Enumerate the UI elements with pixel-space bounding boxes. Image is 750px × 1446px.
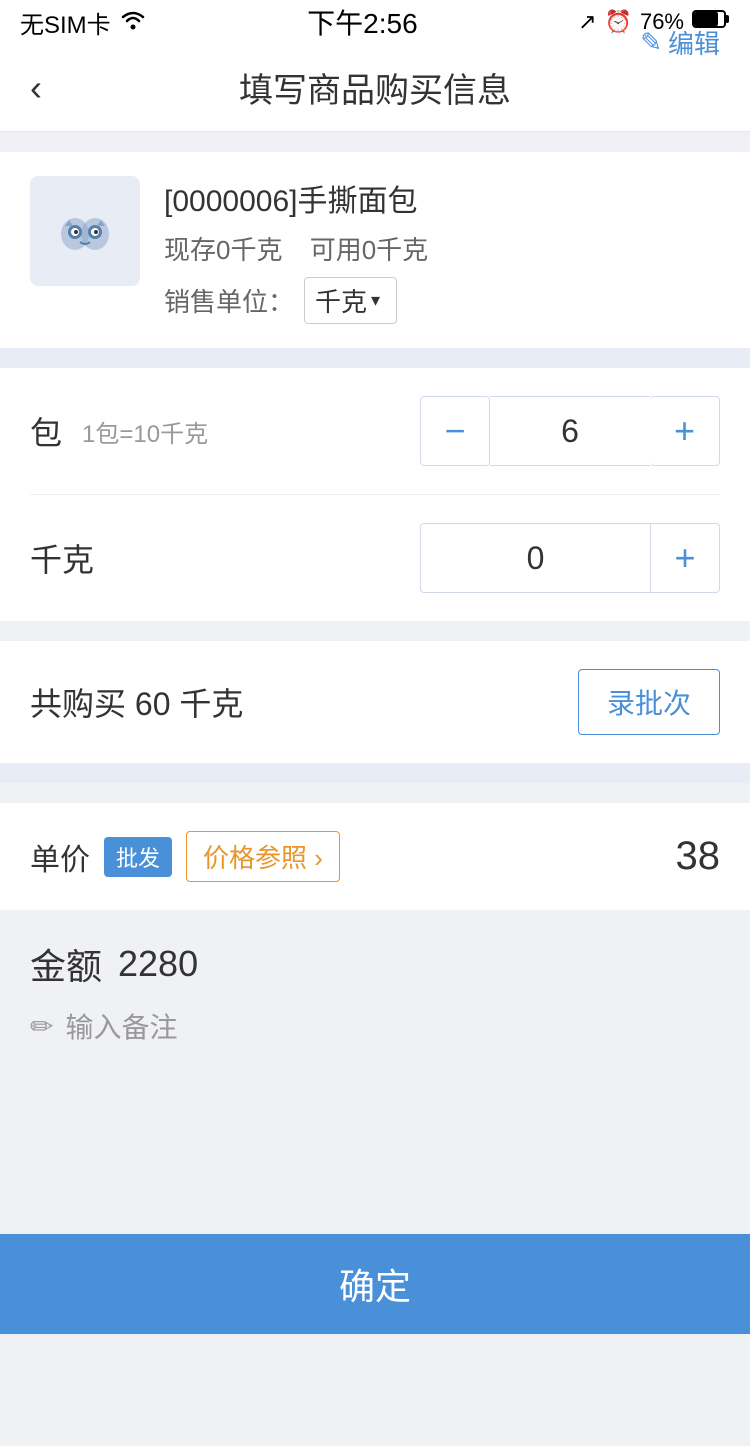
amount-row: 金额 2280 bbox=[30, 938, 720, 990]
chevron-down-icon: ▾ bbox=[371, 290, 380, 311]
product-thumbnail bbox=[30, 176, 140, 286]
kg-label: 千克 bbox=[30, 535, 94, 581]
pack-hint: 1包=10千克 bbox=[82, 414, 208, 449]
batch-button[interactable]: 录批次 bbox=[578, 669, 720, 735]
section-divider-2 bbox=[0, 763, 750, 783]
kg-controls: 0 + bbox=[420, 523, 720, 593]
wifi-icon bbox=[119, 8, 147, 37]
kg-row: 千克 0 + bbox=[30, 495, 720, 621]
summary-section: 共购买 60 千克 录批次 bbox=[0, 641, 750, 763]
pack-row: 包 1包=10千克 − + bbox=[30, 368, 720, 495]
status-bar: 无SIM卡 下午2:56 ↗ ⏰ 76% bbox=[0, 0, 750, 44]
pencil-icon: ✏ bbox=[30, 1010, 53, 1043]
price-ref-button[interactable]: 价格参照 › bbox=[186, 831, 340, 882]
amount-value: 2280 bbox=[118, 943, 198, 985]
price-label: 单价 bbox=[30, 835, 90, 879]
amount-label: 金额 bbox=[30, 938, 102, 990]
back-button[interactable]: ‹ bbox=[30, 67, 42, 109]
alarm-icon: ⏰ bbox=[605, 9, 632, 35]
price-value: 38 bbox=[676, 834, 721, 879]
product-card: [0000006]手撕面包 现存0千克 可用0千克 销售单位： 千克 ▾ ✎ 编… bbox=[0, 152, 750, 348]
input-section: 包 1包=10千克 − + 千克 0 + bbox=[0, 368, 750, 621]
nav-bar: ‹ 填写商品购买信息 bbox=[0, 44, 750, 132]
status-left: 无SIM卡 bbox=[20, 5, 147, 40]
price-section: 单价 批发 价格参照 › 38 bbox=[0, 803, 750, 910]
edit-button[interactable]: ✎ 编辑 bbox=[640, 24, 720, 61]
carrier-label: 无SIM卡 bbox=[20, 5, 111, 40]
kg-plus-button[interactable]: + bbox=[650, 523, 720, 593]
stock-value: 现存0千克 bbox=[164, 235, 282, 265]
unit-label: 销售单位： bbox=[164, 282, 294, 319]
price-left: 单价 批发 价格参照 › bbox=[30, 831, 340, 882]
section-divider-1 bbox=[0, 348, 750, 368]
remark-row[interactable]: ✏ 输入备注 bbox=[30, 1006, 720, 1046]
pack-minus-button[interactable]: − bbox=[420, 396, 490, 466]
product-stock: 现存0千克 可用0千克 bbox=[164, 230, 720, 267]
status-time: 下午2:56 bbox=[307, 2, 418, 42]
product-name: [0000006]手撕面包 bbox=[164, 176, 720, 220]
product-unit-row: 销售单位： 千克 ▾ bbox=[164, 277, 720, 324]
pack-label: 包 1包=10千克 bbox=[30, 408, 208, 454]
pack-controls: − + bbox=[420, 396, 720, 466]
page-title: 填写商品购买信息 bbox=[239, 63, 511, 112]
pack-plus-button[interactable]: + bbox=[650, 396, 720, 466]
available-value: 可用0千克 bbox=[310, 235, 428, 265]
kg-value-display: 0 bbox=[420, 523, 650, 593]
product-info: [0000006]手撕面包 现存0千克 可用0千克 销售单位： 千克 ▾ bbox=[164, 176, 720, 324]
summary-text: 共购买 60 千克 bbox=[30, 679, 243, 725]
edit-icon: ✎ bbox=[640, 27, 662, 58]
location-icon: ↗ bbox=[578, 9, 596, 35]
remark-placeholder: 输入备注 bbox=[65, 1006, 177, 1046]
price-tag: 批发 bbox=[104, 837, 172, 877]
confirm-button[interactable]: 确定 bbox=[0, 1234, 750, 1334]
unit-select[interactable]: 千克 ▾ bbox=[304, 277, 397, 324]
amount-section: 金额 2280 ✏ 输入备注 bbox=[0, 910, 750, 1066]
pack-input[interactable] bbox=[490, 396, 650, 466]
